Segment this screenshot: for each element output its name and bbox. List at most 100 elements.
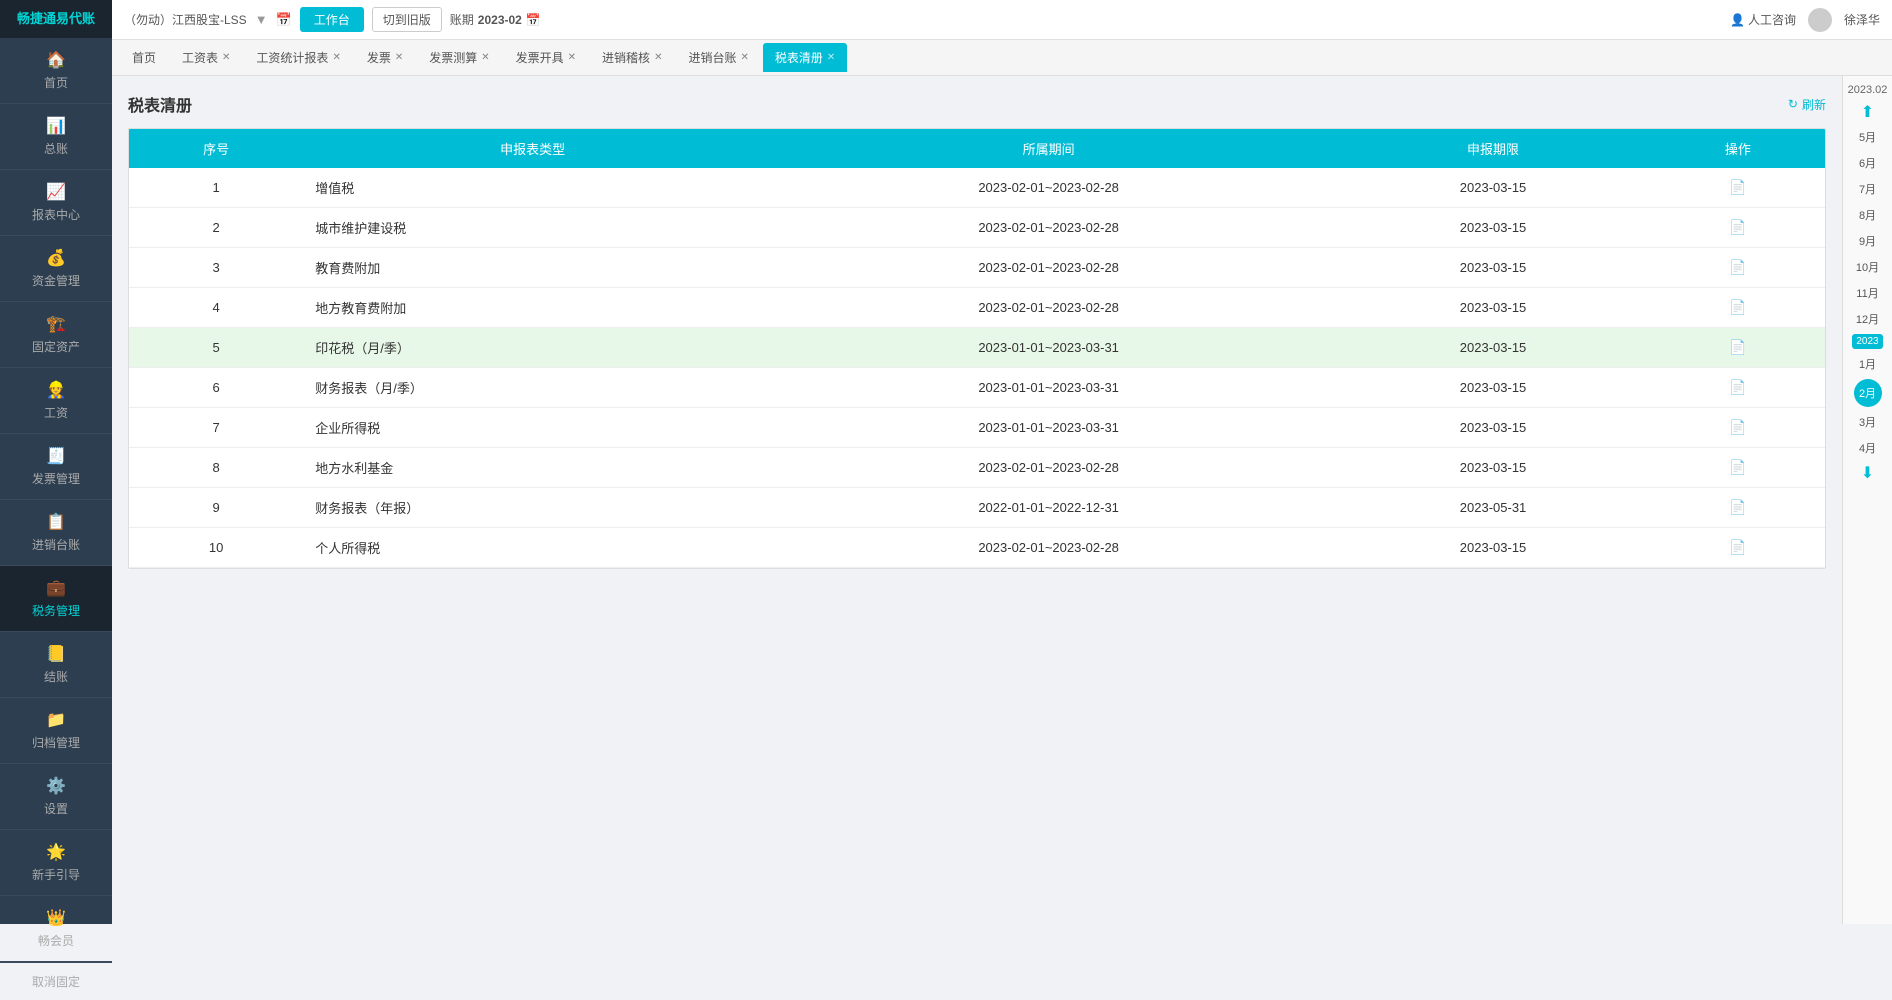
action-icon[interactable]: 📄 — [1729, 299, 1746, 315]
table-row: 7企业所得税2023-01-01~2023-03-312023-03-15📄 — [129, 408, 1825, 448]
sidebar-item-固定资产[interactable]: 🏗️固定资产 — [0, 302, 112, 368]
month-item-12月[interactable]: 12月 — [1852, 306, 1882, 332]
consultant-button[interactable]: 👤 人工咨询 — [1730, 11, 1796, 28]
col-header-操作: 操作 — [1651, 129, 1825, 168]
month-item-1月[interactable]: 1月 — [1852, 351, 1882, 377]
tab-工资表[interactable]: 工资表✕ — [170, 43, 242, 72]
action-icon[interactable]: 📄 — [1729, 539, 1746, 555]
right-panel: 2023.02 ⬆ 5月6月7月8月9月10月11月12月20231月2月3月4… — [1842, 76, 1892, 924]
sidebar-icon: 🏠 — [46, 50, 66, 70]
action-icon[interactable]: 📄 — [1729, 219, 1746, 235]
row-period: 2023-01-01~2023-03-31 — [762, 328, 1335, 368]
tab-进销稽核[interactable]: 进销稽核✕ — [590, 43, 674, 72]
row-action[interactable]: 📄 — [1651, 208, 1825, 248]
row-period: 2023-02-01~2023-02-28 — [762, 248, 1335, 288]
row-action[interactable]: 📄 — [1651, 248, 1825, 288]
refresh-button[interactable]: ↻ 刷新 — [1788, 96, 1826, 113]
sidebar-item-工资[interactable]: 👷工资 — [0, 368, 112, 434]
action-icon[interactable]: 📄 — [1729, 499, 1746, 515]
month-item-7月[interactable]: 7月 — [1852, 176, 1882, 202]
row-period: 2022-01-01~2022-12-31 — [762, 488, 1335, 528]
action-icon[interactable]: 📄 — [1729, 179, 1746, 195]
month-item-8月[interactable]: 8月 — [1852, 202, 1882, 228]
month-item-3月[interactable]: 3月 — [1852, 409, 1882, 435]
tab-税表清册[interactable]: 税表清册✕ — [763, 43, 847, 72]
tab-close-icon[interactable]: ✕ — [827, 52, 835, 63]
row-period: 2023-02-01~2023-02-28 — [762, 168, 1335, 208]
row-action[interactable]: 📄 — [1651, 328, 1825, 368]
tab-工资统计报表[interactable]: 工资统计报表✕ — [244, 43, 352, 72]
switch-button[interactable]: 切到旧版 — [372, 7, 442, 32]
row-action[interactable]: 📄 — [1651, 408, 1825, 448]
table-row: 10个人所得税2023-02-01~2023-02-282023-03-15📄 — [129, 528, 1825, 568]
sidebar-item-报表中心[interactable]: 📈报表中心 — [0, 170, 112, 236]
month-item-9月[interactable]: 9月 — [1852, 228, 1882, 254]
tax-table: 序号申报表类型所属期间申报期限操作 1增值税2023-02-01~2023-02… — [129, 129, 1825, 568]
sidebar-icon: 📊 — [46, 116, 66, 136]
sidebar-cancel-pin[interactable]: 取消固定 — [0, 962, 112, 1000]
tab-发票测算[interactable]: 发票测算✕ — [417, 43, 501, 72]
row-deadline: 2023-03-15 — [1335, 248, 1650, 288]
sidebar-item-设置[interactable]: ⚙️设置 — [0, 764, 112, 830]
sidebar-item-结账[interactable]: 📒结账 — [0, 632, 112, 698]
user-avatar — [1808, 8, 1832, 32]
table-row: 9财务报表（年报）2022-01-01~2022-12-312023-05-31… — [129, 488, 1825, 528]
sidebar-item-资金管理[interactable]: 💰资金管理 — [0, 236, 112, 302]
panel-toggle-down[interactable]: ⬇ — [1859, 461, 1876, 485]
row-period: 2023-02-01~2023-02-28 — [762, 208, 1335, 248]
tab-close-icon[interactable]: ✕ — [568, 52, 576, 63]
tab-进销台账[interactable]: 进销台账✕ — [676, 43, 760, 72]
sidebar-item-发票管理[interactable]: 🧾发票管理 — [0, 434, 112, 500]
tab-close-icon[interactable]: ✕ — [332, 52, 340, 63]
sidebar-item-首页[interactable]: 🏠首页 — [0, 38, 112, 104]
sidebar-item-总账[interactable]: 📊总账 — [0, 104, 112, 170]
month-item-5月[interactable]: 5月 — [1852, 124, 1882, 150]
month-item-6月[interactable]: 6月 — [1852, 150, 1882, 176]
month-item-4月[interactable]: 4月 — [1852, 435, 1882, 461]
row-id: 2 — [129, 208, 303, 248]
row-id: 9 — [129, 488, 303, 528]
row-deadline: 2023-03-15 — [1335, 408, 1650, 448]
row-type: 教育费附加 — [303, 248, 762, 288]
sidebar-item-进销台账[interactable]: 📋进销台账 — [0, 500, 112, 566]
period-calendar-icon[interactable]: 📅 — [526, 13, 541, 27]
tab-发票[interactable]: 发票✕ — [355, 43, 415, 72]
row-action[interactable]: 📄 — [1651, 368, 1825, 408]
tab-close-icon[interactable]: ✕ — [395, 52, 403, 63]
sidebar-item-新手引导[interactable]: 🌟新手引导 — [0, 830, 112, 896]
month-item-2月[interactable]: 2月 — [1854, 379, 1882, 407]
month-item-10月[interactable]: 10月 — [1852, 254, 1882, 280]
topbar: （勿动）江西股宝-LSS ▼ 📅 工作台 切到旧版 账期 2023-02 📅 👤… — [112, 0, 1892, 40]
action-icon[interactable]: 📄 — [1729, 379, 1746, 395]
tab-发票开具[interactable]: 发票开具✕ — [504, 43, 588, 72]
refresh-icon: ↻ — [1788, 97, 1798, 111]
action-icon[interactable]: 📄 — [1729, 339, 1746, 355]
row-action[interactable]: 📄 — [1651, 488, 1825, 528]
sidebar-icon: 📁 — [46, 710, 66, 730]
col-header-所属期间: 所属期间 — [762, 129, 1335, 168]
sidebar-item-畅会员[interactable]: 👑畅会员 — [0, 896, 112, 962]
row-action[interactable]: 📄 — [1651, 448, 1825, 488]
tab-close-icon[interactable]: ✕ — [481, 52, 489, 63]
panel-toggle-up[interactable]: ⬆ — [1859, 100, 1876, 124]
sidebar-item-归档管理[interactable]: 📁归档管理 — [0, 698, 112, 764]
sidebar-item-税务管理[interactable]: 💼税务管理 — [0, 566, 112, 632]
row-deadline: 2023-03-15 — [1335, 528, 1650, 568]
row-id: 3 — [129, 248, 303, 288]
tab-close-icon[interactable]: ✕ — [740, 52, 748, 63]
workspace-button[interactable]: 工作台 — [300, 7, 364, 32]
row-action[interactable]: 📄 — [1651, 288, 1825, 328]
action-icon[interactable]: 📄 — [1729, 419, 1746, 435]
tab-首页[interactable]: 首页 — [120, 43, 168, 72]
table-row: 3教育费附加2023-02-01~2023-02-282023-03-15 📄 — [129, 248, 1825, 288]
row-deadline: 2023-03-15 — [1335, 328, 1650, 368]
action-icon[interactable]: 📄 — [1729, 459, 1746, 475]
tab-close-icon[interactable]: ✕ — [222, 52, 230, 63]
row-action[interactable]: 📄 — [1651, 168, 1825, 208]
tab-close-icon[interactable]: ✕ — [654, 52, 662, 63]
month-item-11月[interactable]: 11月 — [1852, 280, 1882, 306]
action-icon[interactable]: 📄 — [1729, 259, 1746, 275]
row-type: 个人所得税 — [303, 528, 762, 568]
row-action[interactable]: 📄 — [1651, 528, 1825, 568]
dropdown-icon[interactable]: ▼ — [255, 12, 268, 27]
